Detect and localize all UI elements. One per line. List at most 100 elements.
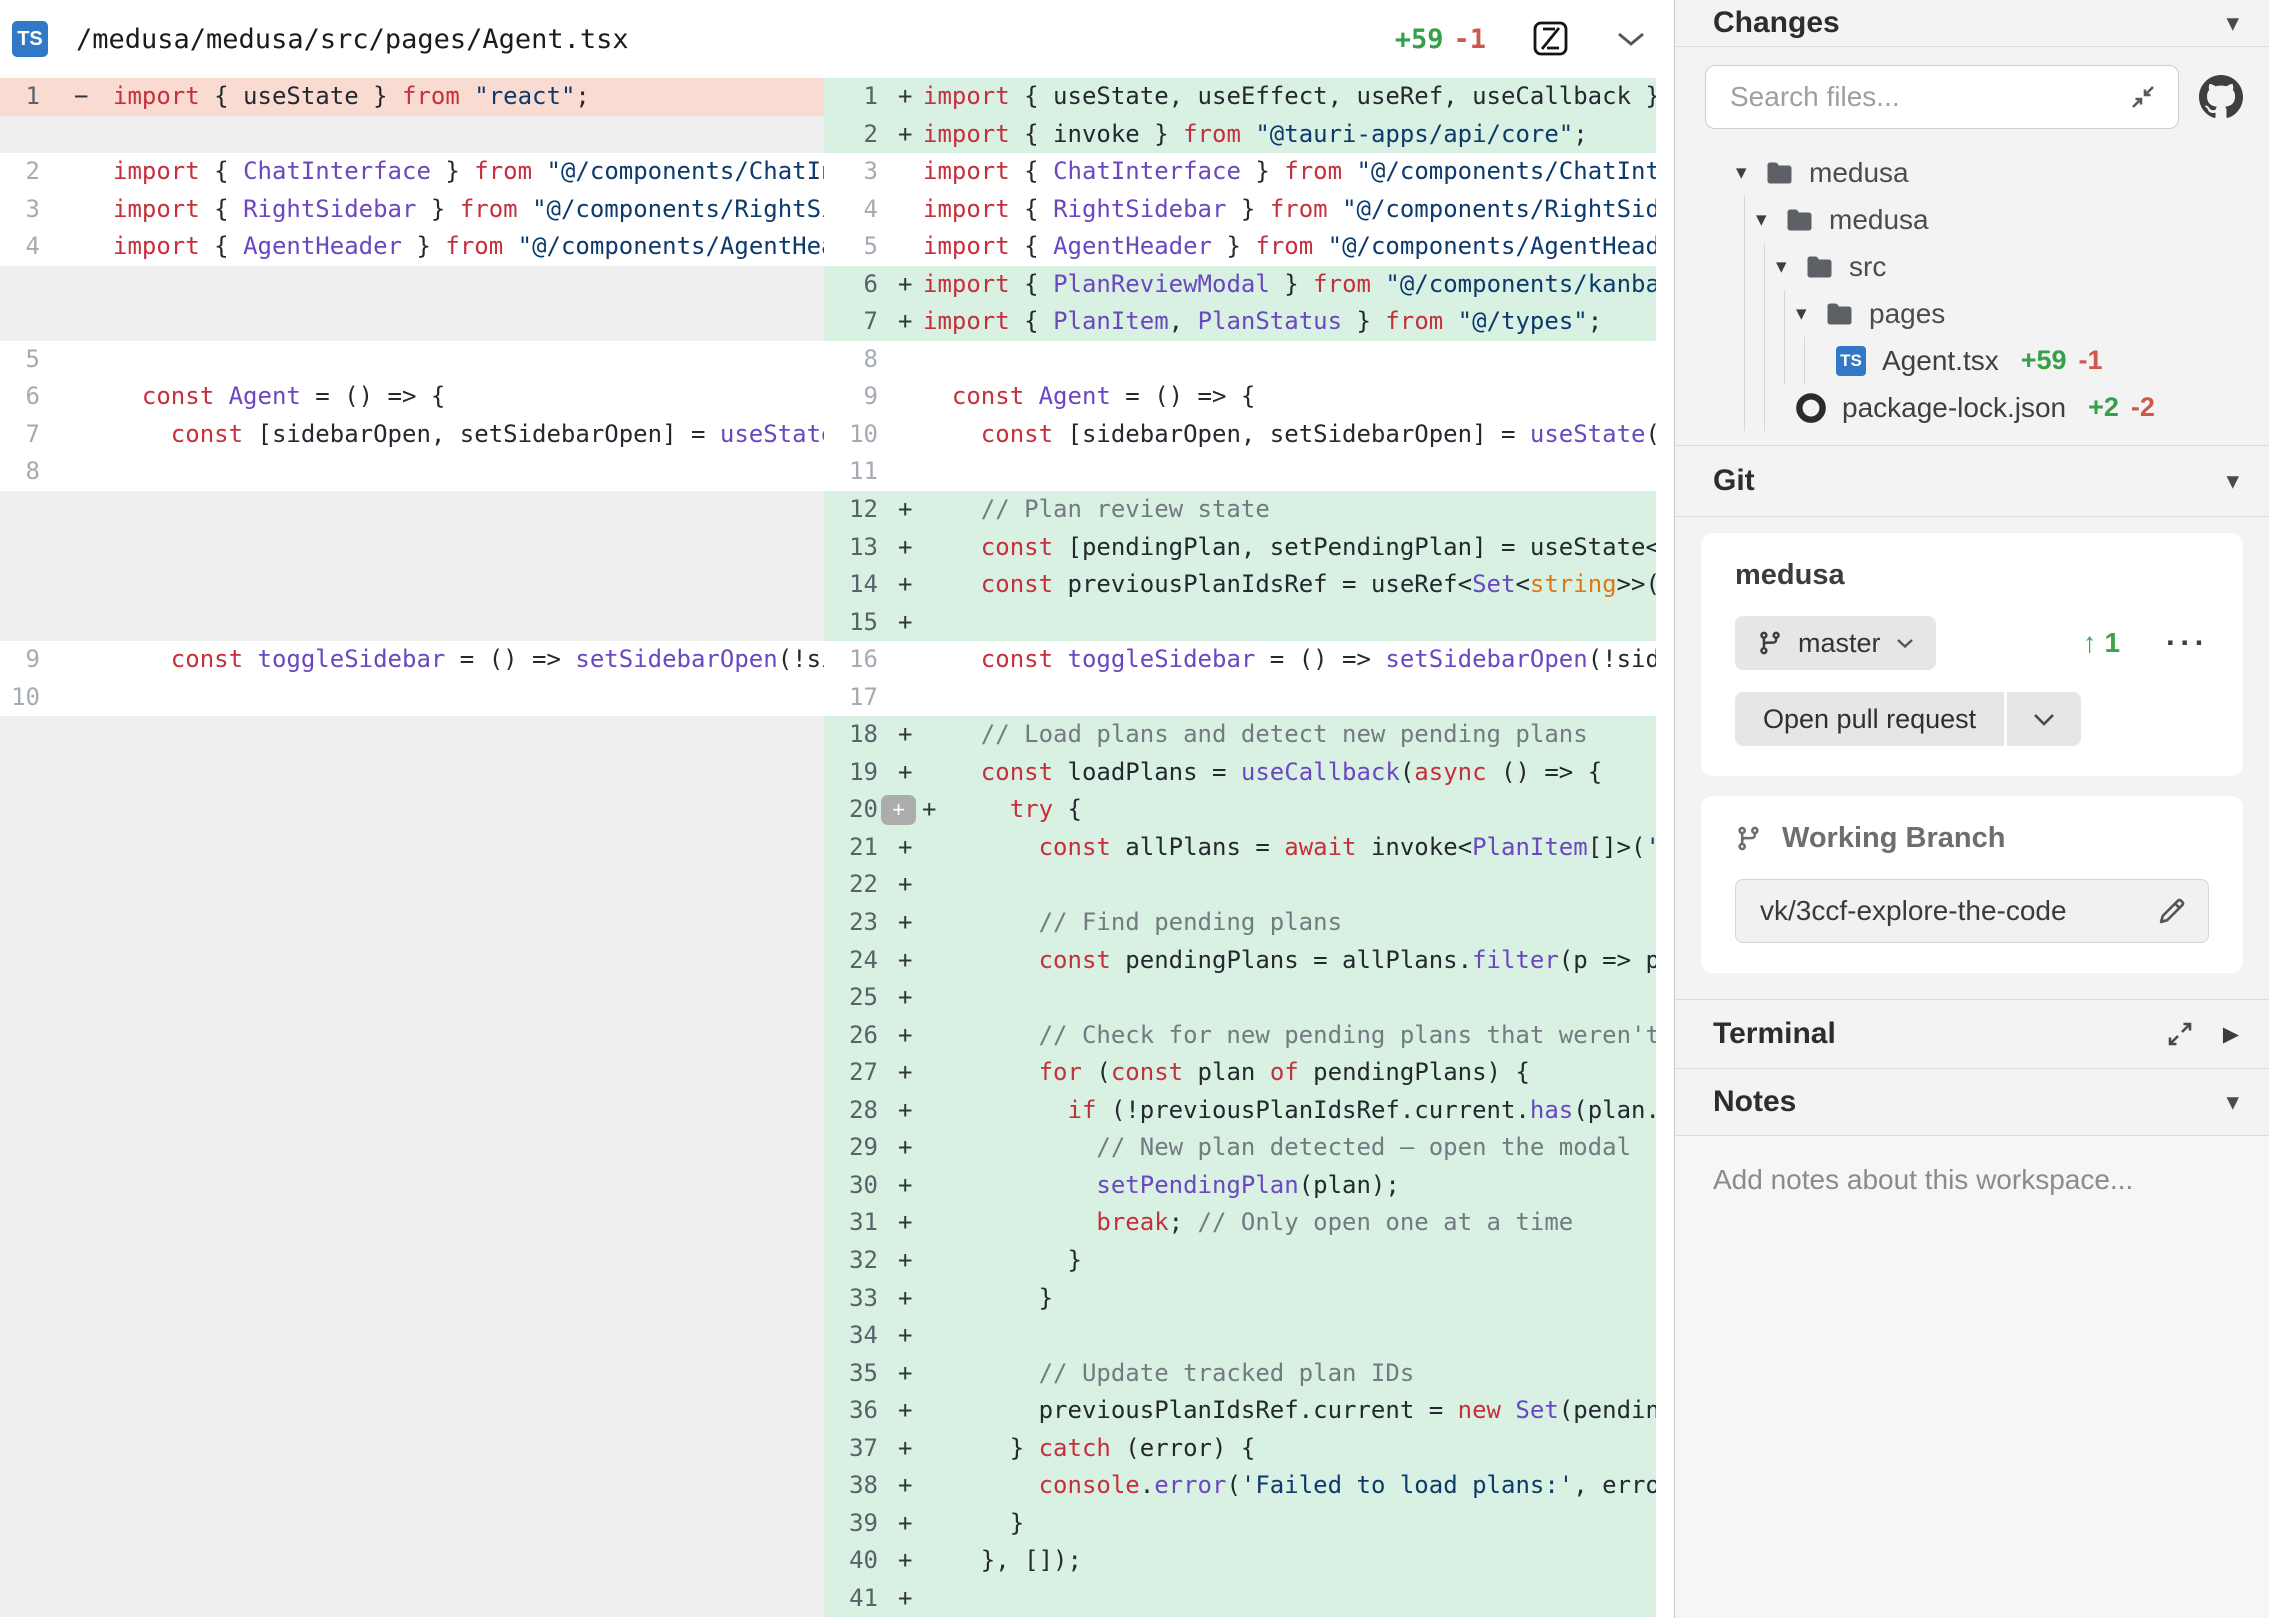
new-diff-row: 9 const Agent = () => { xyxy=(824,378,1656,416)
line-number: 16 xyxy=(824,641,878,679)
indent-guide xyxy=(1764,290,1765,337)
new-diff-row: 25+ xyxy=(824,979,1656,1017)
code-line: const pendingPlans = allPlans.filter(p =… xyxy=(923,942,1656,980)
line-number: 1 xyxy=(824,78,878,116)
old-diff-row xyxy=(0,904,824,942)
tree-file-package-lock.json[interactable]: package-lock.json+2-2 xyxy=(1705,384,2243,431)
folder-icon xyxy=(1826,302,1853,326)
code-line: // Load plans and detect new pending pla… xyxy=(923,716,1656,754)
caret-down-icon[interactable]: ▾ xyxy=(1776,254,1806,279)
tree-folder-medusa[interactable]: ▾medusa xyxy=(1705,196,2243,243)
line-number: 6 xyxy=(0,378,40,416)
tree-folder-src[interactable]: ▾ src xyxy=(1705,243,2243,290)
diff-marker: + xyxy=(922,791,936,829)
working-branch-field[interactable]: vk/3ccf-explore-the-code xyxy=(1735,879,2209,943)
file-name: Agent.tsx xyxy=(1882,345,1999,377)
code-line: // Plan review state xyxy=(923,491,1656,529)
file-search-box[interactable] xyxy=(1705,65,2179,129)
code-line: previousPlanIdsRef.current = new Set(pen… xyxy=(923,1392,1656,1430)
new-diff-row: 38+ console.error('Failed to load plans:… xyxy=(824,1467,1656,1505)
expand-terminal-icon[interactable] xyxy=(2163,1017,2197,1051)
typescript-file-icon: TS xyxy=(1836,346,1866,376)
repo-card: medusa master ↑ 1 ··· Open pu xyxy=(1701,533,2243,776)
line-number: 31 xyxy=(824,1204,878,1242)
old-diff-row: 1−import { useState } from "react"; xyxy=(0,78,824,116)
code-line: import { invoke } from "@tauri-apps/api/… xyxy=(923,116,1656,154)
caret-down-icon[interactable]: ▾ xyxy=(1796,301,1826,326)
working-branch-name: vk/3ccf-explore-the-code xyxy=(1760,895,2067,927)
notes-editor[interactable]: Add notes about this workspace... xyxy=(1675,1136,2269,1618)
old-diff-row: 7 const [sidebarOpen, setSidebarOpen] = … xyxy=(0,416,824,454)
diff-marker: + xyxy=(898,1167,912,1205)
old-diff-row xyxy=(0,1017,824,1055)
pull-request-options-button[interactable] xyxy=(2007,692,2081,746)
line-number: 9 xyxy=(0,641,40,679)
git-section-header[interactable]: Git ▾ xyxy=(1675,445,2269,517)
open-pull-request-button[interactable]: Open pull request xyxy=(1735,692,2004,746)
old-diff-row: 5 xyxy=(0,341,824,379)
line-number: 2 xyxy=(824,116,878,154)
line-number: 9 xyxy=(824,378,878,416)
folder-name: pages xyxy=(1869,298,1945,330)
diff-marker: + xyxy=(898,1355,912,1393)
new-diff-row: 35+ // Update tracked plan IDs xyxy=(824,1355,1656,1393)
tree-folder-medusa[interactable]: ▾medusa xyxy=(1705,149,2243,196)
diff-marker: + xyxy=(898,78,912,116)
code-line: const Agent = () => { xyxy=(923,378,1656,416)
line-number: 13 xyxy=(824,529,878,567)
expand-right-triangle-icon[interactable]: ▶ xyxy=(2223,1022,2239,1047)
code-line: } xyxy=(923,1505,1656,1543)
new-diff-row: 8 xyxy=(824,341,1656,379)
diff-marker: + xyxy=(898,1017,912,1055)
diff-pane-new[interactable]: 1+import { useState, useEffect, useRef, … xyxy=(824,78,1656,1618)
code-line: const loadPlans = useCallback(async () =… xyxy=(923,754,1656,792)
code-line: } xyxy=(923,1280,1656,1318)
branch-selector-button[interactable]: master xyxy=(1735,616,1936,670)
old-diff-row xyxy=(0,979,824,1017)
diff-pane-old[interactable]: 1−import { useState } from "react";2impo… xyxy=(0,78,824,1618)
code-line: import { ChatInterface } from "@/compone… xyxy=(923,153,1656,191)
edit-branch-name-button[interactable] xyxy=(2158,897,2186,925)
code-line: const Agent = () => { xyxy=(113,378,824,416)
diff-layout-toggle-button[interactable] xyxy=(1530,18,1572,60)
folder-name: src xyxy=(1849,251,1886,283)
code-line: const [pendingPlan, setPendingPlan] = us… xyxy=(923,529,1656,567)
workspace-window: TS /medusa/medusa/src/pages/Agent.tsx +5… xyxy=(0,0,2269,1618)
new-diff-row: 39+ } xyxy=(824,1505,1656,1543)
diff-marker: + xyxy=(898,866,912,904)
code-line: const toggleSidebar = () => setSidebarOp… xyxy=(923,641,1656,679)
caret-down-icon[interactable]: ▾ xyxy=(1756,207,1786,232)
caret-down-icon[interactable]: ▾ xyxy=(1736,160,1766,185)
diff-marker: + xyxy=(898,904,912,942)
old-diff-row xyxy=(0,1129,824,1167)
changes-section-header[interactable]: Changes ▾ xyxy=(1675,0,2269,47)
add-comment-button[interactable]: + xyxy=(881,795,916,825)
indent-guide xyxy=(1804,337,1805,384)
code-line: setPendingPlan(plan); xyxy=(923,1167,1656,1205)
diff-marker: + xyxy=(898,1317,912,1355)
terminal-section-header[interactable]: Terminal ▶ xyxy=(1675,999,2269,1069)
code-line: import { AgentHeader } from "@/component… xyxy=(923,228,1656,266)
git-branch-icon xyxy=(1735,825,1762,852)
deletions-count: -1 xyxy=(1453,24,1486,55)
collapse-diff-button[interactable] xyxy=(1616,30,1646,48)
code-line: } xyxy=(923,1242,1656,1280)
tree-file-Agent.tsx[interactable]: TS Agent.tsx +59-1 xyxy=(1705,337,2243,384)
line-number: 33 xyxy=(824,1280,878,1318)
old-diff-row: 9 const toggleSidebar = () => setSidebar… xyxy=(0,641,824,679)
line-number: 10 xyxy=(0,679,40,717)
more-actions-button[interactable]: ··· xyxy=(2166,625,2209,661)
new-diff-row: 1+import { useState, useEffect, useRef, … xyxy=(824,78,1656,116)
new-diff-row: 4import { RightSidebar } from "@/compone… xyxy=(824,191,1656,229)
notes-section-header[interactable]: Notes ▾ xyxy=(1675,1069,2269,1136)
file-diff-stats: +59-1 xyxy=(2021,345,2103,376)
commits-ahead-badge[interactable]: ↑ 1 xyxy=(2083,627,2120,659)
collapse-tree-icon[interactable] xyxy=(2126,80,2160,114)
file-name: package-lock.json xyxy=(1842,392,2066,424)
changed-files-tree: ▾medusa▾medusa▾src▾pagesTSAgent.tsx+59-1… xyxy=(1705,149,2243,431)
tree-folder-pages[interactable]: ▾ pages xyxy=(1705,290,2243,337)
search-input[interactable] xyxy=(1728,80,2126,114)
package-lock-icon xyxy=(1796,393,1826,423)
code-line xyxy=(113,341,824,379)
github-button[interactable] xyxy=(2199,75,2243,119)
